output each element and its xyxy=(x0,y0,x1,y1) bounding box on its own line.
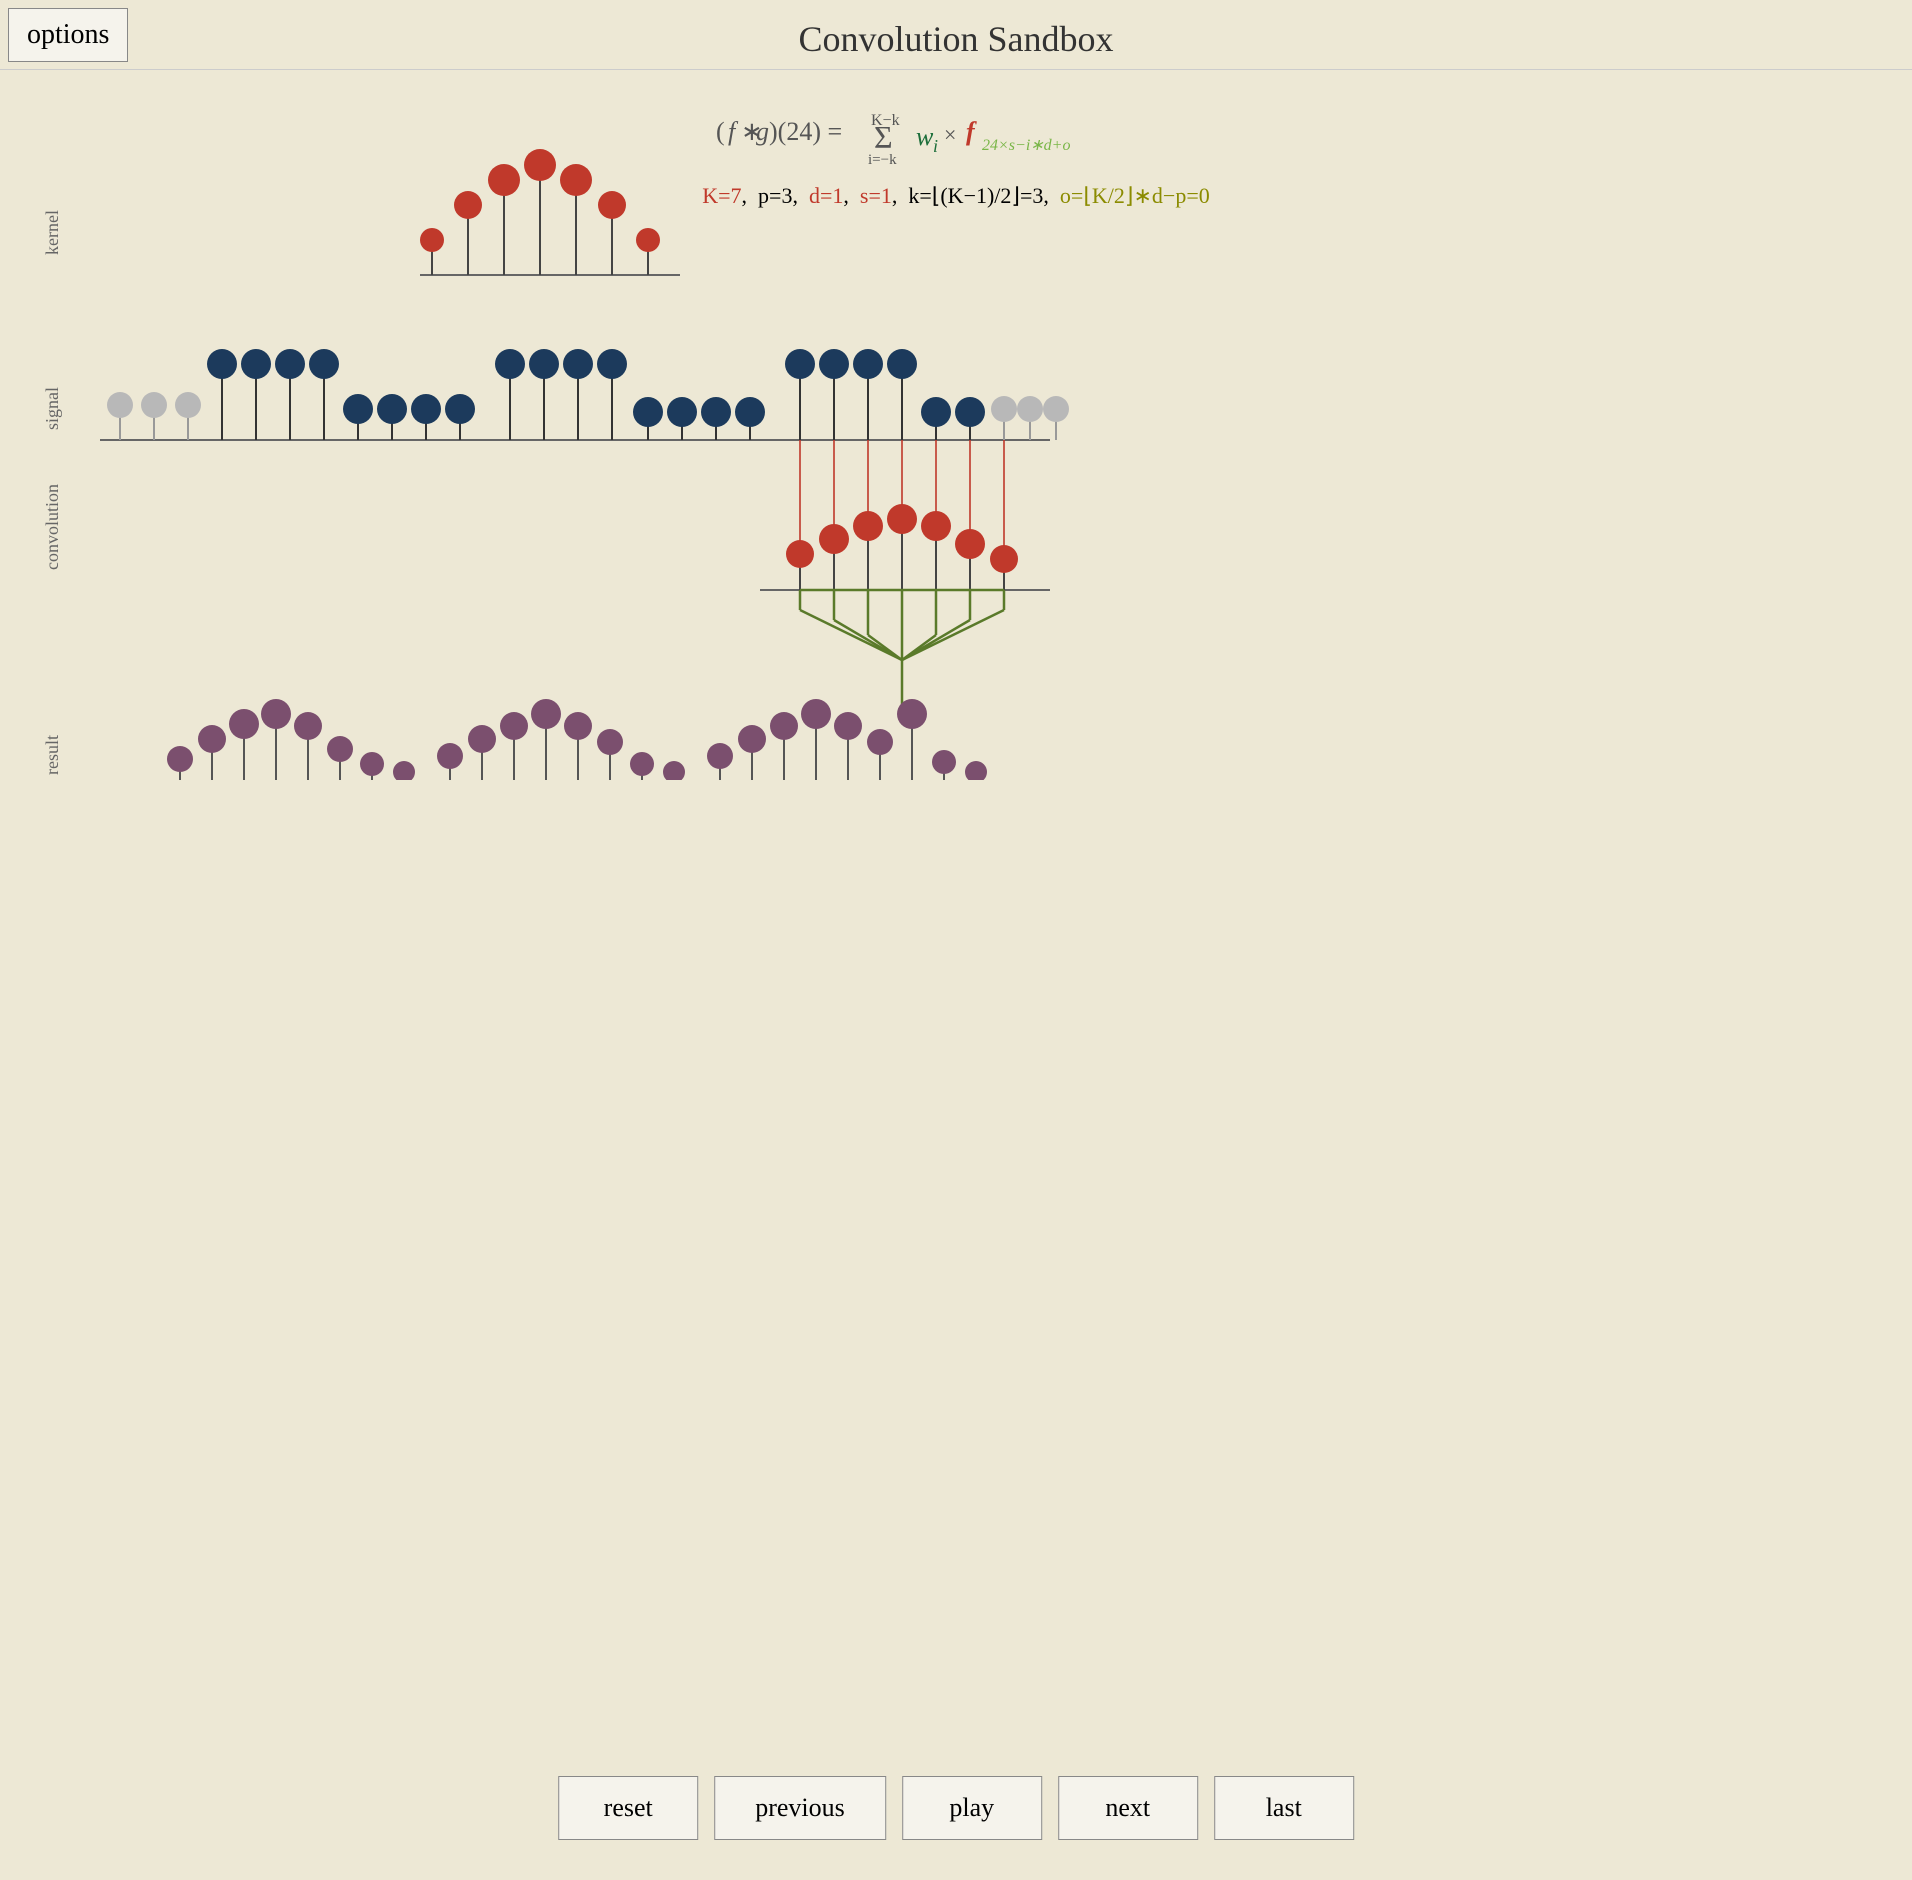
next-button[interactable]: next xyxy=(1058,1776,1198,1840)
svg-text:result: result xyxy=(42,735,62,775)
navigation-buttons: reset previous play next last xyxy=(558,1776,1354,1840)
svg-text:signal: signal xyxy=(42,387,62,430)
previous-button[interactable]: previous xyxy=(714,1776,886,1840)
last-button[interactable]: last xyxy=(1214,1776,1354,1840)
visualization: kernel signal xyxy=(0,0,1912,780)
play-button[interactable]: play xyxy=(902,1776,1042,1840)
reset-button[interactable]: reset xyxy=(558,1776,698,1840)
svg-text:convolution: convolution xyxy=(42,484,62,570)
svg-text:kernel: kernel xyxy=(42,210,62,255)
